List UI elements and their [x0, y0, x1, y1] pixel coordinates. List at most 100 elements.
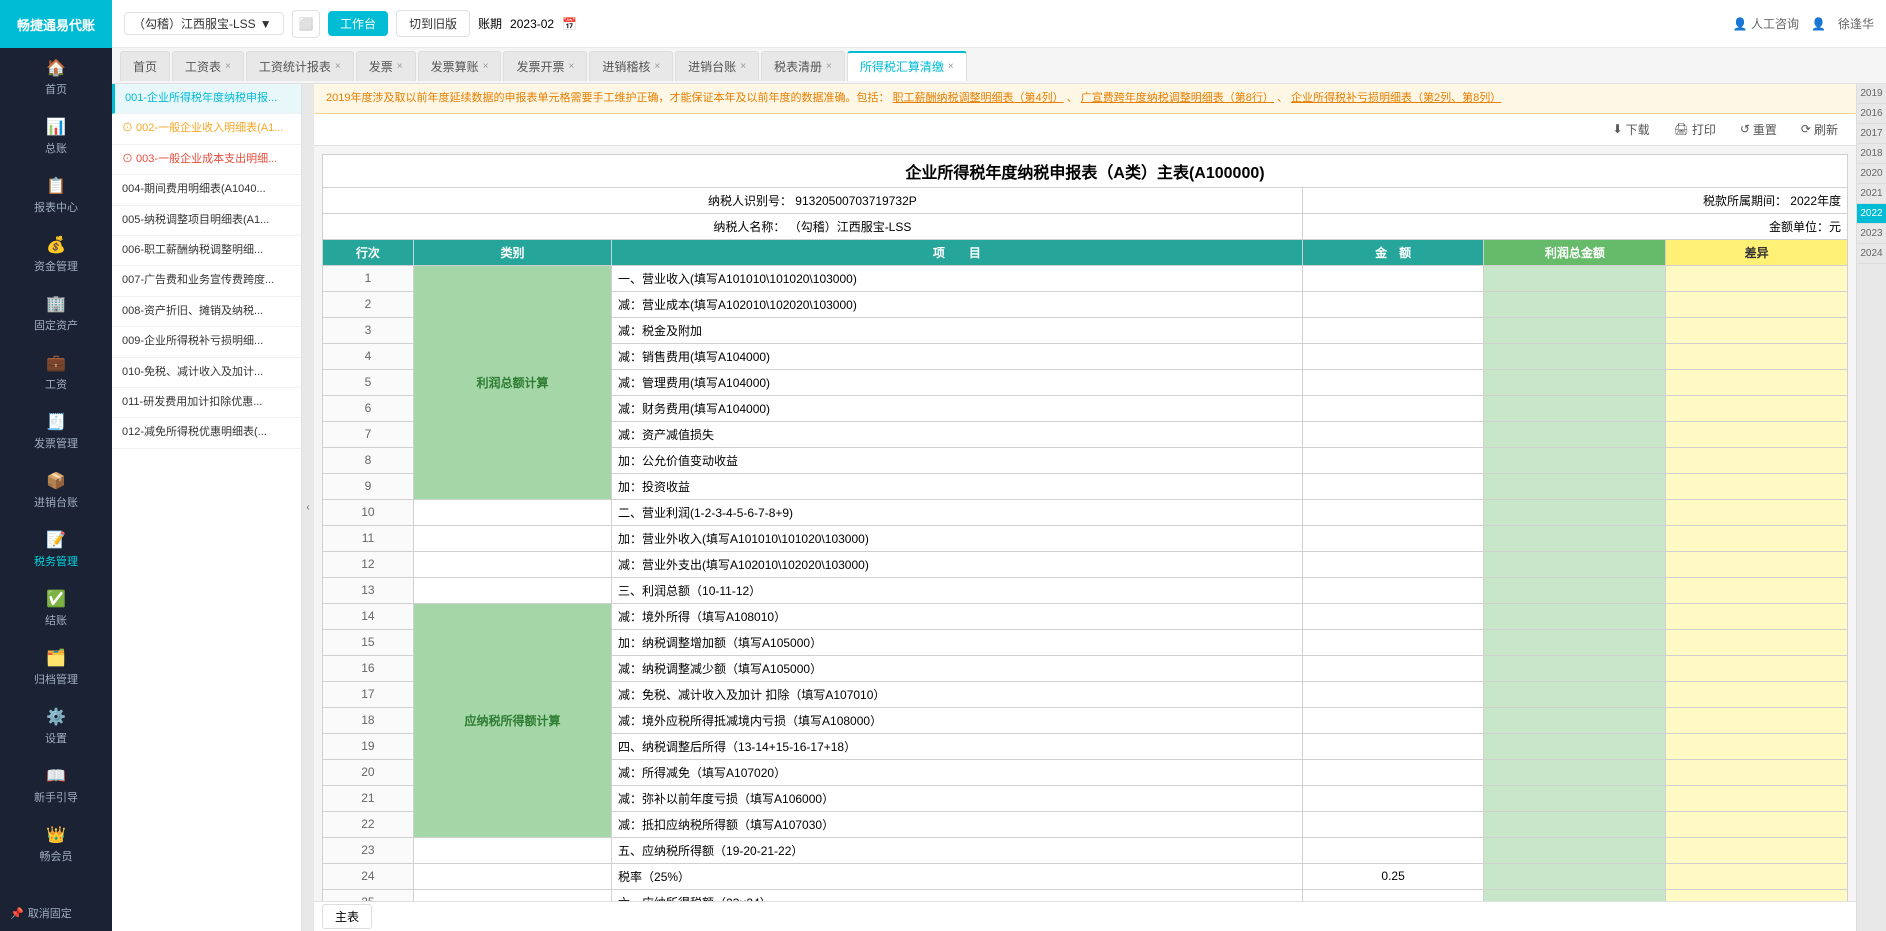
left-item-009[interactable]: 009-企业所得税补亏损明细...	[112, 327, 301, 357]
sidebar-item-ledger[interactable]: 📊 总账	[0, 107, 112, 166]
row-13-profit[interactable]	[1484, 473, 1666, 499]
row-21-diff[interactable]	[1666, 681, 1848, 707]
row-6-diff[interactable]	[1666, 291, 1848, 317]
row-19-diff[interactable]	[1666, 629, 1848, 655]
row-25-profit[interactable]	[1484, 785, 1666, 811]
row-5-diff[interactable]	[1666, 265, 1848, 291]
row-10-profit[interactable]	[1484, 395, 1666, 421]
tab-purchase-ledger[interactable]: 进销台账 ×	[675, 51, 759, 81]
left-item-010[interactable]: 010-免税、减计收入及加计...	[112, 358, 301, 388]
row-28-profit[interactable]	[1484, 863, 1666, 889]
calendar-icon[interactable]: 📅	[562, 17, 577, 31]
row-21-profit[interactable]	[1484, 681, 1666, 707]
row-8-diff[interactable]	[1666, 343, 1848, 369]
left-item-008[interactable]: 008-资产折旧、摊销及纳税...	[112, 297, 301, 327]
tab-purchase-ledger-close[interactable]: ×	[740, 61, 746, 72]
row-16-profit[interactable]	[1484, 551, 1666, 577]
row-17-amount[interactable]	[1302, 577, 1484, 603]
row-27-amount[interactable]	[1302, 837, 1484, 863]
row-25-amount[interactable]	[1302, 785, 1484, 811]
row-5-profit[interactable]	[1484, 265, 1666, 291]
tab-invoice-calc-close[interactable]: ×	[483, 61, 489, 72]
row-12-profit[interactable]	[1484, 447, 1666, 473]
reset-button[interactable]: ↺ 重置	[1734, 118, 1783, 141]
sidebar-item-settle[interactable]: ✅ 结账	[0, 579, 112, 638]
sidebar-item-archive[interactable]: 🗂️ 归档管理	[0, 638, 112, 697]
row-5-amount[interactable]	[1302, 265, 1484, 291]
row-23-amount[interactable]	[1302, 733, 1484, 759]
year-2024[interactable]: 2024	[1857, 244, 1886, 264]
row-29-profit[interactable]	[1484, 889, 1666, 901]
tab-purchase-audit-close[interactable]: ×	[654, 61, 660, 72]
left-item-003[interactable]: ⊙ 003-一般企业成本支出明细...	[112, 145, 301, 175]
row-24-diff[interactable]	[1666, 759, 1848, 785]
left-item-005[interactable]: 005-纳税调整项目明细表(A1...	[112, 206, 301, 236]
row-24-amount[interactable]	[1302, 759, 1484, 785]
row-22-amount[interactable]	[1302, 707, 1484, 733]
sidebar-item-assets[interactable]: 🏢 固定资产	[0, 284, 112, 343]
tab-purchase-audit[interactable]: 进销稽核 ×	[589, 51, 673, 81]
company-selector[interactable]: （勾稽）江西服宝-LSS ▼	[124, 12, 284, 35]
row-14-diff[interactable]	[1666, 499, 1848, 525]
row-6-amount[interactable]	[1302, 291, 1484, 317]
row-26-profit[interactable]	[1484, 811, 1666, 837]
row-20-amount[interactable]	[1302, 655, 1484, 681]
row-18-diff[interactable]	[1666, 603, 1848, 629]
sidebar-item-guide[interactable]: 📖 新手引导	[0, 756, 112, 815]
year-2023[interactable]: 2023	[1857, 224, 1886, 244]
row-17-diff[interactable]	[1666, 577, 1848, 603]
row-25-diff[interactable]	[1666, 785, 1848, 811]
row-29-diff[interactable]	[1666, 889, 1848, 901]
year-2018[interactable]: 2018	[1857, 144, 1886, 164]
year-2020[interactable]: 2020	[1857, 164, 1886, 184]
warning-link-1[interactable]: 职工薪酬纳税调整明细表（第4列）	[893, 92, 1064, 104]
row-7-amount[interactable]	[1302, 317, 1484, 343]
year-2022[interactable]: 2022	[1857, 204, 1886, 224]
sidebar-item-salary[interactable]: 💼 工资	[0, 343, 112, 402]
sidebar-item-invoice[interactable]: 🧾 发票管理	[0, 402, 112, 461]
row-22-profit[interactable]	[1484, 707, 1666, 733]
year-2021[interactable]: 2021	[1857, 184, 1886, 204]
left-item-011[interactable]: 011-研发费用加计扣除优惠...	[112, 388, 301, 418]
tab-salary-close[interactable]: ×	[225, 61, 231, 72]
year-2016[interactable]: 2016	[1857, 104, 1886, 124]
tab-invoice[interactable]: 发票 ×	[356, 51, 416, 81]
tab-income-tax-close[interactable]: ×	[948, 61, 954, 72]
row-10-amount[interactable]	[1302, 395, 1484, 421]
row-20-profit[interactable]	[1484, 655, 1666, 681]
row-14-amount[interactable]	[1302, 499, 1484, 525]
tab-invoice-open-close[interactable]: ×	[568, 61, 574, 72]
left-item-002[interactable]: ⊙ 002-一般企业收入明细表(A1...	[112, 114, 301, 144]
row-13-amount[interactable]	[1302, 473, 1484, 499]
row-19-amount[interactable]	[1302, 629, 1484, 655]
tab-home[interactable]: 首页	[120, 51, 170, 81]
tab-invoice-close[interactable]: ×	[397, 61, 403, 72]
row-23-diff[interactable]	[1666, 733, 1848, 759]
tab-salary-report-close[interactable]: ×	[335, 61, 341, 72]
row-28-diff[interactable]	[1666, 863, 1848, 889]
left-item-012[interactable]: 012-减免所得税优惠明细表(...	[112, 418, 301, 448]
row-7-diff[interactable]	[1666, 317, 1848, 343]
row-27-diff[interactable]	[1666, 837, 1848, 863]
tab-salary[interactable]: 工资表 ×	[172, 51, 244, 81]
row-29-amount[interactable]	[1302, 889, 1484, 901]
user-service[interactable]: 👤 人工咨询	[1733, 15, 1799, 32]
sidebar-item-member[interactable]: 👑 畅会员	[0, 815, 112, 874]
row-9-amount[interactable]	[1302, 369, 1484, 395]
tab-income-tax[interactable]: 所得税汇算清缴 ×	[847, 51, 967, 81]
row-23-profit[interactable]	[1484, 733, 1666, 759]
row-22-diff[interactable]	[1666, 707, 1848, 733]
row-26-diff[interactable]	[1666, 811, 1848, 837]
switch-old-button[interactable]: 切到旧版	[396, 10, 470, 37]
row-28-amount[interactable]: 0.25	[1302, 863, 1484, 889]
row-12-amount[interactable]	[1302, 447, 1484, 473]
row-10-diff[interactable]	[1666, 395, 1848, 421]
row-9-diff[interactable]	[1666, 369, 1848, 395]
row-20-diff[interactable]	[1666, 655, 1848, 681]
refresh-button[interactable]: ⟳ 刷新	[1795, 118, 1844, 141]
warning-link-3[interactable]: 企业所得税补亏损明细表（第2列、第8列）	[1291, 92, 1501, 104]
row-12-diff[interactable]	[1666, 447, 1848, 473]
left-item-007[interactable]: 007-广告费和业务宣传费跨度...	[112, 266, 301, 296]
row-16-amount[interactable]	[1302, 551, 1484, 577]
year-2019[interactable]: 2019	[1857, 84, 1886, 104]
